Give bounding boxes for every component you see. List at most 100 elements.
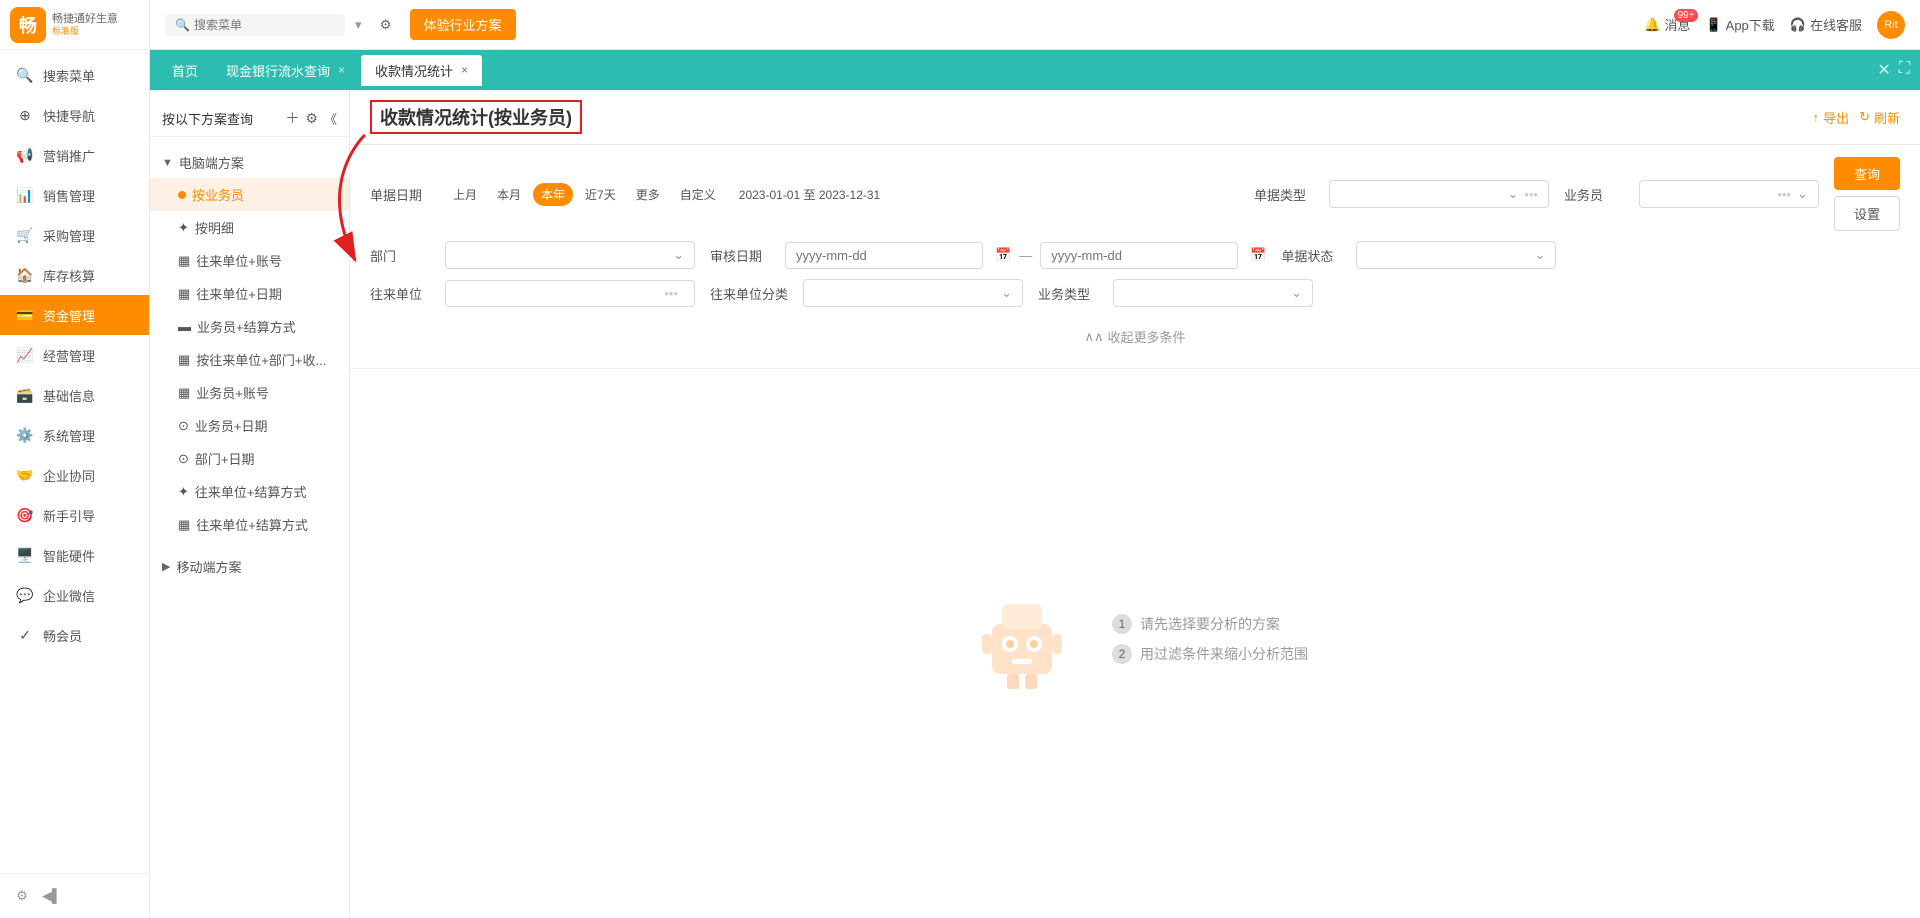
tab-bank[interactable]: 现金银行流水查询 × [212, 55, 359, 86]
sidebar-item-purchase[interactable]: 🛒 采购管理 [0, 215, 149, 255]
doc-status-select[interactable]: ⌄ [1356, 241, 1556, 269]
export-button[interactable]: ↑ 导出 [1813, 108, 1850, 127]
logo-icon: 畅 [10, 7, 46, 43]
filter-row-3: 往来单位 ••• 往来单位分类 ⌄ 业务类型 ⌄ [370, 279, 1900, 307]
page-content: 按以下方案查询 ＋ ⚙ 《 ▼ 电脑端方案 按业务员 ✦ 按明细 [150, 90, 1920, 918]
sidebar-item-vip[interactable]: ✓ 畅会员 [0, 615, 149, 655]
review-date-from-cal-icon[interactable]: 📅 [995, 247, 1011, 263]
tree-group-mobile[interactable]: ▶ 移动端方案 [150, 551, 349, 582]
review-date-label: 审核日期 [710, 246, 770, 265]
sidebar-item-baseinfo[interactable]: 🗃️ 基础信息 [0, 375, 149, 415]
query-button[interactable]: 查询 [1834, 157, 1900, 190]
sidebar-item-marketing[interactable]: 📢 营销推广 [0, 135, 149, 175]
sidebar-item-wechat[interactable]: 💬 企业微信 [0, 575, 149, 615]
salesperson-select[interactable]: ••• ⌄ [1639, 180, 1819, 208]
settings-gear-icon[interactable]: ⚙ [10, 884, 34, 908]
date-tab-7days[interactable]: 近7天 [577, 183, 624, 206]
sidebar-item-operations[interactable]: 📈 经营管理 [0, 335, 149, 375]
doc-type-select[interactable]: ⌄ ••• [1329, 180, 1549, 208]
partner-more-icon[interactable]: ••• [664, 286, 678, 301]
guide-icon: 🎯 [15, 505, 35, 525]
notification-count: 99+ [1674, 9, 1699, 22]
hint-num-2: 2 [1112, 644, 1132, 664]
filter-area: 单据日期 上月 本月 本年 近7天 更多 自定义 2023-01-01 至 20… [350, 145, 1920, 369]
date-tab-more[interactable]: 更多 [628, 183, 668, 206]
sidebar-item-guide[interactable]: 🎯 新手引导 [0, 495, 149, 535]
partner-category-select[interactable]: ⌄ [803, 279, 1023, 307]
refresh-button[interactable]: ↻ 刷新 [1859, 108, 1900, 127]
tree-item-salesperson-account[interactable]: ▦ 业务员+账号 [150, 376, 349, 409]
tab-close-all-icon[interactable]: ✕ [1877, 60, 1890, 80]
tree-item-partner-dept-collect[interactable]: ▦ 按往来单位+部门+收... [150, 343, 349, 376]
topbar-search-box[interactable]: 🔍 [165, 14, 345, 36]
trial-industry-button[interactable]: 体验行业方案 [410, 9, 516, 40]
empty-row: 1 请先选择要分析的方案 2 用过滤条件来缩小分析范围 [962, 584, 1308, 704]
settings-button[interactable]: 设置 [1834, 196, 1900, 231]
tab-home[interactable]: 首页 [160, 55, 210, 86]
detail-icon: ✦ [178, 220, 189, 236]
tree-expand-icon: ▼ [162, 157, 173, 169]
tab-bank-close[interactable]: × [338, 63, 345, 77]
date-tab-custom[interactable]: 自定义 [672, 183, 724, 206]
partner-select[interactable]: ••• [445, 280, 695, 307]
topbar-chevron-icon[interactable]: ▾ [355, 17, 362, 33]
online-service[interactable]: 🎧 在线客服 [1790, 15, 1862, 34]
tab-receipt[interactable]: 收款情况统计 × [361, 55, 482, 86]
sidebar-item-quicknav[interactable]: ⊕ 快捷导航 [0, 95, 149, 135]
tree-item-salesperson-date[interactable]: ⊙ 业务员+日期 [150, 409, 349, 442]
doc-type-label: 单据类型 [1254, 185, 1314, 204]
dept-select[interactable]: ⌄ [445, 241, 695, 269]
hint-text-2: 用过滤条件来缩小分析范围 [1140, 644, 1308, 664]
sidebar-item-enterprise[interactable]: 🤝 企业协同 [0, 455, 149, 495]
sidebar-item-system[interactable]: ⚙️ 系统管理 [0, 415, 149, 455]
collapse-sidebar-icon[interactable]: ◀▌ [42, 888, 61, 904]
left-panel-title: 按以下方案查询 [162, 109, 285, 128]
review-date-to[interactable] [1040, 242, 1238, 269]
partner-account-icon: ▦ [178, 253, 190, 269]
topbar-search-input[interactable] [194, 18, 334, 32]
sidebar-item-search[interactable]: 🔍 搜索菜单 [0, 55, 149, 95]
sidebar-item-inventory[interactable]: 🏠 库存核算 [0, 255, 149, 295]
topbar-settings-icon[interactable]: ⚙ [372, 11, 400, 39]
sidebar-item-hardware[interactable]: 🖥️ 智能硬件 [0, 535, 149, 575]
partner-dept-icon: ▦ [178, 352, 190, 368]
date-tab-thisyear[interactable]: 本年 [533, 183, 573, 206]
page-header-right: ↑ 导出 ↻ 刷新 [1813, 108, 1900, 127]
tree-item-by-salesperson[interactable]: 按业务员 [150, 178, 349, 211]
biz-type-select[interactable]: ⌄ [1113, 279, 1313, 307]
settings-scheme-icon[interactable]: ⚙ [305, 110, 318, 127]
review-date-to-cal-icon[interactable]: 📅 [1250, 247, 1266, 263]
tree-item-partner-account[interactable]: ▦ 往来单位+账号 [150, 244, 349, 277]
user-avatar-area[interactable]: Rit [1877, 11, 1905, 39]
tab-maximize-icon[interactable]: ⛶ [1899, 60, 1910, 80]
tree-item-dept-date[interactable]: ⊙ 部门+日期 [150, 442, 349, 475]
partner-category-label: 往来单位分类 [710, 284, 788, 303]
topbar-right: 🔔 消息 99+ 📱 App下载 🎧 在线客服 Rit [1644, 11, 1905, 39]
marketing-icon: 📢 [15, 145, 35, 165]
review-date-dash: — [1019, 248, 1032, 263]
collapse-panel-icon[interactable]: 《 [324, 109, 337, 128]
sidebar: 畅 畅捷通好生意 标准版 🔍 搜索菜单 ⊕ 快捷导航 📢 营销推广 📊 销售管理… [0, 0, 150, 918]
partner-date-icon: ▦ [178, 286, 190, 302]
doc-type-more-icon[interactable]: ••• [1524, 187, 1538, 202]
review-date-from[interactable] [785, 242, 983, 269]
tree-item-partner-settle2[interactable]: ✦ 往来单位+结算方式 [150, 475, 349, 508]
date-tab-lastmonth[interactable]: 上月 [445, 183, 485, 206]
sidebar-menu: 🔍 搜索菜单 ⊕ 快捷导航 📢 营销推广 📊 销售管理 🛒 采购管理 🏠 库存核… [0, 50, 149, 873]
add-scheme-icon[interactable]: ＋ [285, 108, 299, 128]
hardware-icon: 🖥️ [15, 545, 35, 565]
collapse-button[interactable]: ∧∧ 收起更多条件 [1084, 327, 1185, 346]
tree-item-by-detail[interactable]: ✦ 按明细 [150, 211, 349, 244]
tree-group-desktop[interactable]: ▼ 电脑端方案 [150, 147, 349, 178]
tab-receipt-close[interactable]: × [461, 63, 468, 77]
sidebar-item-sales[interactable]: 📊 销售管理 [0, 175, 149, 215]
tree-item-partner-date[interactable]: ▦ 往来单位+日期 [150, 277, 349, 310]
notification-bell[interactable]: 🔔 消息 99+ [1644, 15, 1690, 34]
date-tab-thismonth[interactable]: 本月 [489, 183, 529, 206]
app-download[interactable]: 📱 App下载 [1705, 15, 1774, 34]
tree-item-salesperson-settle[interactable]: ▬ 业务员+结算方式 [150, 310, 349, 343]
salesperson-more-icon[interactable]: ••• [1777, 187, 1791, 202]
tree-item-partner-settle3[interactable]: ▦ 往来单位+结算方式 [150, 508, 349, 541]
wechat-icon: 💬 [15, 585, 35, 605]
sidebar-item-finance[interactable]: 💳 资金管理 [0, 295, 149, 335]
